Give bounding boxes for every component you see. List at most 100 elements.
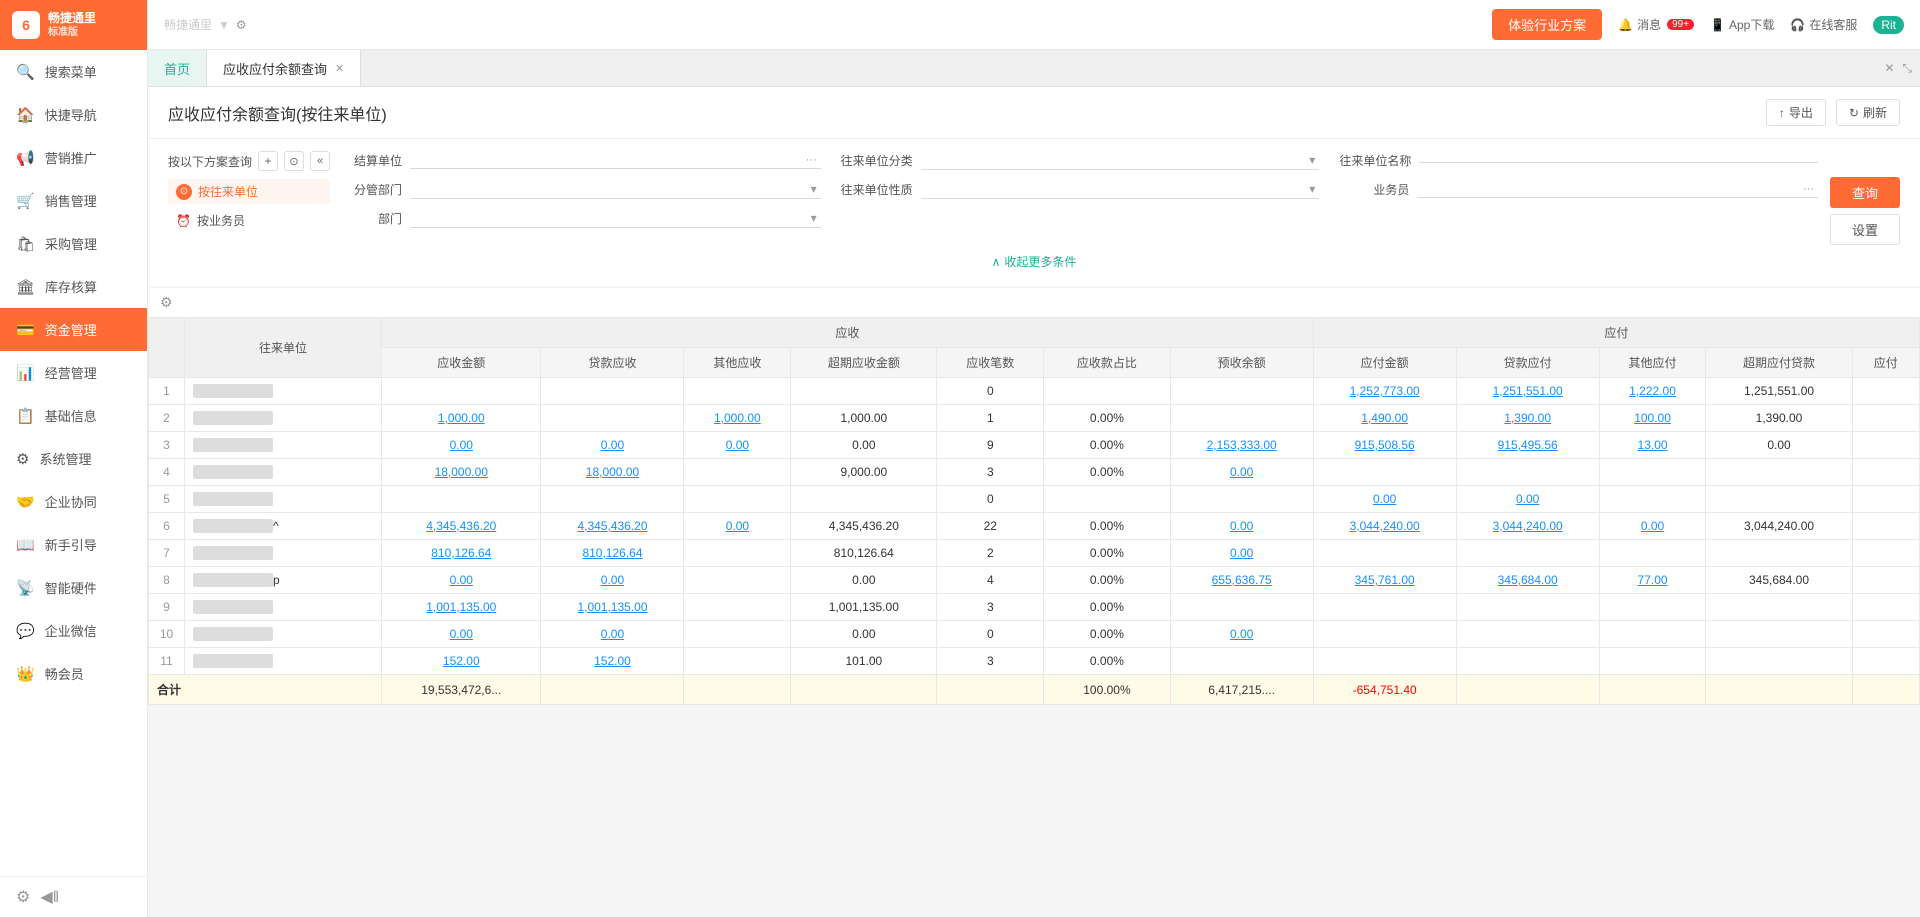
cell-partner bbox=[185, 540, 382, 567]
cell-link[interactable]: 345,761.00 bbox=[1355, 573, 1415, 587]
sidebar-item-basic[interactable]: 📋 基础信息 bbox=[0, 394, 147, 437]
user-avatar[interactable]: Rit bbox=[1873, 18, 1904, 32]
sidebar-item-purchase[interactable]: 🛍 采购管理 bbox=[0, 222, 147, 265]
cell-link[interactable]: 0.00 bbox=[1373, 492, 1396, 506]
tab-arbalance[interactable]: 应收应付余额查询 ✕ bbox=[207, 50, 361, 86]
scheme-partner-icon: ⊙ bbox=[176, 184, 192, 200]
cell-link[interactable]: 18,000.00 bbox=[435, 465, 488, 479]
cell-link[interactable]: 0.00 bbox=[726, 519, 749, 533]
sidebar-item-member[interactable]: 👑 畅会员 bbox=[0, 652, 147, 695]
cell-link[interactable]: 0.00 bbox=[1230, 465, 1253, 479]
cell-link[interactable]: 1,001,135.00 bbox=[577, 600, 647, 614]
sidebar-item-inventory[interactable]: 🏛 库存核算 bbox=[0, 265, 147, 308]
cell-link[interactable]: 152.00 bbox=[443, 654, 480, 668]
cell-link[interactable]: 4,345,436.20 bbox=[426, 519, 496, 533]
cell-link[interactable]: 0.00 bbox=[601, 627, 624, 641]
cell-link[interactable]: 0.00 bbox=[1516, 492, 1539, 506]
partner-category-input[interactable]: ▾ bbox=[921, 151, 1320, 170]
service-btn[interactable]: 🎧 在线客服 bbox=[1790, 16, 1857, 33]
cell-link[interactable]: 1,390.00 bbox=[1504, 411, 1551, 425]
cell-link[interactable]: 1,490.00 bbox=[1361, 411, 1408, 425]
sidebar-item-marketing[interactable]: 📢 营销推广 bbox=[0, 136, 147, 179]
cell-ap-amt bbox=[1313, 648, 1456, 675]
sidebar-item-newbie[interactable]: 📖 新手引导 bbox=[0, 523, 147, 566]
cell-link[interactable]: 0.00 bbox=[726, 438, 749, 452]
sidebar-item-wechat[interactable]: 💬 企业微信 bbox=[0, 609, 147, 652]
tab-maximize-icon[interactable]: ⤡ bbox=[1902, 61, 1912, 76]
collapse-filter-btn[interactable]: ∧ 收起更多条件 bbox=[168, 249, 1900, 274]
sidebar-item-smart-hw[interactable]: 📡 智能硬件 bbox=[0, 566, 147, 609]
export-btn[interactable]: ↑ 导出 bbox=[1766, 99, 1826, 126]
edit-scheme-icon[interactable]: ⊙ bbox=[284, 151, 304, 171]
query-btn[interactable]: 查询 bbox=[1830, 177, 1900, 208]
cell-link[interactable]: 2,153,333.00 bbox=[1207, 438, 1277, 452]
cell-ap-overdue bbox=[1706, 486, 1852, 513]
cell-link[interactable]: 0.00 bbox=[1230, 546, 1253, 560]
tab-home[interactable]: 首页 bbox=[148, 50, 207, 86]
cell-link[interactable]: 0.00 bbox=[1641, 519, 1664, 533]
setting-btn[interactable]: 设置 bbox=[1830, 214, 1900, 245]
partner-name-input[interactable] bbox=[1419, 158, 1818, 163]
collapse-scheme-icon[interactable]: « bbox=[310, 151, 330, 171]
cell-link[interactable]: 0.00 bbox=[450, 627, 473, 641]
add-scheme-icon[interactable]: + bbox=[258, 151, 278, 171]
cell-link[interactable]: 13.00 bbox=[1638, 438, 1668, 452]
promo-btn[interactable]: 体验行业方案 bbox=[1492, 9, 1602, 40]
app-download-btn[interactable]: 📱 App下载 bbox=[1710, 16, 1774, 33]
cell-link[interactable]: 810,126.64 bbox=[582, 546, 642, 560]
collapse-bottom-icon[interactable]: ◀‖ bbox=[40, 887, 59, 907]
sidebar-item-system[interactable]: ⚙ 系统管理 bbox=[0, 437, 147, 480]
cell-link[interactable]: 915,508.56 bbox=[1355, 438, 1415, 452]
salesman-input[interactable]: ··· bbox=[1417, 181, 1818, 198]
col-ar-other: 其他应收 bbox=[684, 348, 791, 378]
cell-rownum: 9 bbox=[149, 594, 185, 621]
cell-link[interactable]: 4,345,436.20 bbox=[577, 519, 647, 533]
cell-link[interactable]: 1,000.00 bbox=[714, 411, 761, 425]
cell-link[interactable]: 0.00 bbox=[450, 438, 473, 452]
scheme-by-salesman[interactable]: ⏰ 按业务员 bbox=[168, 208, 330, 233]
sidebar-item-search-menu[interactable]: 🔍 搜索菜单 bbox=[0, 50, 147, 93]
gear-settings-icon[interactable]: ⚙ bbox=[236, 18, 247, 32]
msg-btn[interactable]: 🔔 消息 99+ bbox=[1618, 16, 1694, 33]
cell-link[interactable]: 1,252,773.00 bbox=[1350, 384, 1420, 398]
sidebar-item-quick-nav[interactable]: 🏠 快捷导航 bbox=[0, 93, 147, 136]
cell-link[interactable]: 915,495.56 bbox=[1498, 438, 1558, 452]
cell-link[interactable]: 3,044,240.00 bbox=[1350, 519, 1420, 533]
sidebar-item-sales[interactable]: 🛒 销售管理 bbox=[0, 179, 147, 222]
cell-link[interactable]: 0.00 bbox=[1230, 519, 1253, 533]
tab-close-icon[interactable]: ✕ bbox=[335, 62, 344, 75]
cell-link[interactable]: 1,001,135.00 bbox=[426, 600, 496, 614]
dept-in-charge-input[interactable]: ▾ bbox=[410, 180, 821, 199]
cell-link[interactable]: 0.00 bbox=[1230, 627, 1253, 641]
cell-link[interactable]: 18,000.00 bbox=[586, 465, 639, 479]
sidebar-item-finance[interactable]: 💳 资金管理 bbox=[0, 308, 147, 351]
newbie-icon: 📖 bbox=[16, 536, 35, 554]
settings-bottom-icon[interactable]: ⚙ bbox=[16, 887, 30, 907]
sidebar-item-operation[interactable]: 📊 经营管理 bbox=[0, 351, 147, 394]
sidebar-item-enterprise[interactable]: 🤝 企业协同 bbox=[0, 480, 147, 523]
table-settings-icon[interactable]: ⚙ bbox=[160, 294, 173, 311]
cell-link[interactable]: 810,126.64 bbox=[431, 546, 491, 560]
refresh-btn[interactable]: ↻ 刷新 bbox=[1836, 99, 1900, 126]
scheme-by-partner[interactable]: ⊙ 按往来单位 bbox=[168, 179, 330, 204]
cell-link[interactable]: 100.00 bbox=[1634, 411, 1671, 425]
partner-nature-input[interactable]: ▾ bbox=[921, 180, 1320, 199]
cell-ar-amt: 152.00 bbox=[382, 648, 541, 675]
dept-input[interactable]: ▾ bbox=[410, 209, 821, 228]
cell-link[interactable]: 77.00 bbox=[1638, 573, 1668, 587]
cell-partner bbox=[185, 459, 382, 486]
cell-link[interactable]: 3,044,240.00 bbox=[1493, 519, 1563, 533]
cell-ar-loan: 18,000.00 bbox=[541, 459, 684, 486]
cell-link[interactable]: 1,222.00 bbox=[1629, 384, 1676, 398]
cell-link[interactable]: 0.00 bbox=[601, 573, 624, 587]
settlement-unit-input[interactable]: ··· bbox=[410, 152, 821, 169]
cell-link[interactable]: 655,636.75 bbox=[1212, 573, 1272, 587]
cell-link[interactable]: 0.00 bbox=[601, 438, 624, 452]
cell-link[interactable]: 152.00 bbox=[594, 654, 631, 668]
cell-ar-count: 0 bbox=[937, 621, 1044, 648]
cell-link[interactable]: 345,684.00 bbox=[1498, 573, 1558, 587]
cell-link[interactable]: 0.00 bbox=[450, 573, 473, 587]
tab-close-window-icon[interactable]: ✕ bbox=[1884, 61, 1894, 75]
cell-link[interactable]: 1,251,551.00 bbox=[1493, 384, 1563, 398]
cell-link[interactable]: 1,000.00 bbox=[438, 411, 485, 425]
